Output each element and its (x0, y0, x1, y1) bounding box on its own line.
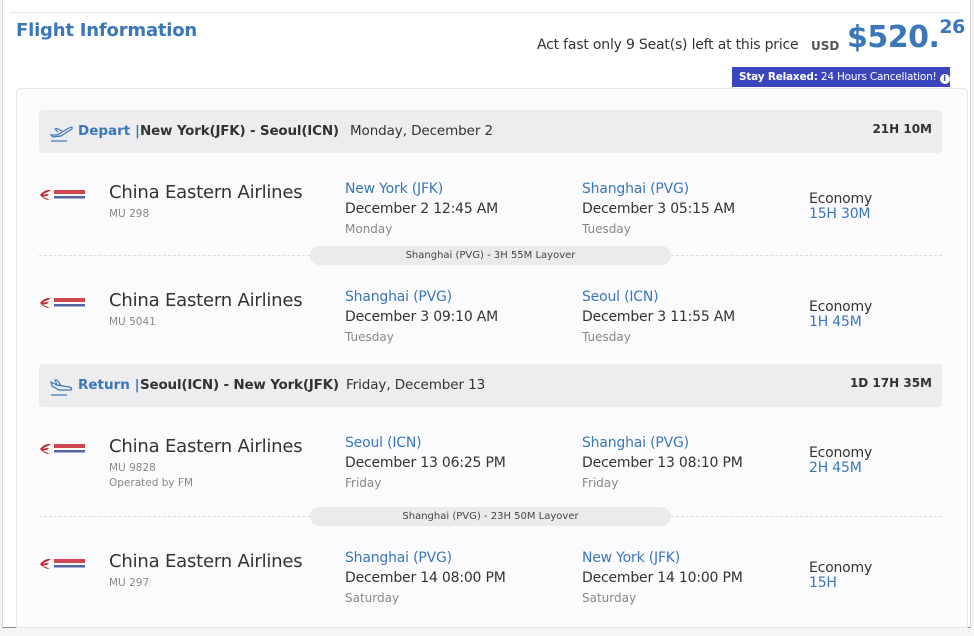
currency-label: USD (811, 39, 840, 53)
layover-row: Shanghai (PVG) - 23H 50M Layover (39, 507, 942, 527)
china-eastern-logo-icon (40, 189, 85, 200)
departure-city: Shanghai (PVG) (345, 550, 452, 566)
arrival-weekday: Tuesday (582, 330, 631, 344)
total-price: $520.26 (847, 16, 965, 55)
arrival-info: Shanghai (PVG) December 13 08:10 PM Frid… (582, 435, 743, 490)
departure-info: Shanghai (PVG) December 14 08:00 PM Satu… (345, 550, 506, 605)
arrival-weekday: Saturday (582, 591, 637, 605)
cabin-class: Economy (809, 560, 873, 576)
arrival-datetime: December 3 11:55 AM (582, 309, 736, 325)
cancellation-badge-bold: Stay Relaxed: (739, 71, 818, 83)
arrival-info: New York (JFK) December 14 10:00 PM Satu… (582, 550, 743, 605)
departure-weekday: Saturday (345, 591, 400, 605)
segment-route: New York(JFK) - Seoul(ICN) (140, 123, 339, 139)
departure-info: Seoul (ICN) December 13 06:25 PM Friday (345, 435, 506, 490)
china-eastern-logo-icon (40, 297, 85, 308)
flight-number: MU 5041 (109, 316, 156, 328)
departure-info: Shanghai (PVG) December 3 09:10 AM Tuesd… (345, 289, 498, 344)
airline-name: China Eastern Airlines (109, 182, 303, 203)
layover-badge: Shanghai (PVG) - 3H 55M Layover (310, 246, 671, 265)
airline-name: China Eastern Airlines (109, 551, 303, 572)
departure-weekday: Friday (345, 476, 382, 490)
cabin-info: Economy 15H 30M (809, 191, 872, 221)
flight-duration: 15H (809, 575, 837, 591)
arrival-city: Shanghai (PVG) (582, 181, 689, 197)
divider (671, 255, 942, 256)
arrival-city: Seoul (ICN) (582, 289, 659, 305)
depart-segment-header: Depart | New York(JFK) - Seoul(ICN) Mond… (39, 110, 942, 153)
flight-number: MU 297 (109, 577, 150, 589)
price-main: $520. (847, 20, 940, 55)
info-icon[interactable]: i (939, 74, 950, 84)
departure-datetime: December 13 06:25 PM (345, 455, 506, 471)
cabin-class: Economy (809, 191, 873, 207)
flight-number: MU 298 (109, 208, 150, 220)
return-segment-header: Return | Seoul(ICN) - New York(JFK) Frid… (39, 364, 942, 407)
itinerary-panel: Depart | New York(JFK) - Seoul(ICN) Mond… (16, 88, 968, 628)
page-title: Flight Information (16, 20, 198, 41)
cabin-info: Economy 2H 45M (809, 445, 872, 475)
cabin-class: Economy (809, 445, 873, 461)
divider (671, 516, 942, 517)
layover-row: Shanghai (PVG) - 3H 55M Layover (39, 246, 942, 266)
china-eastern-logo-icon (40, 443, 85, 454)
departure-datetime: December 2 12:45 AM (345, 201, 499, 217)
cabin-info: Economy 1H 45M (809, 299, 872, 329)
flight-duration: 2H 45M (809, 460, 862, 476)
cabin-class: Economy (809, 299, 873, 315)
flight-info-card: Flight Information Act fast only 9 Seat(… (2, 0, 971, 628)
arrival-info: Shanghai (PVG) December 3 05:15 AM Tuesd… (582, 181, 735, 236)
departure-datetime: December 14 08:00 PM (345, 570, 506, 586)
departure-city: Shanghai (PVG) (345, 289, 452, 305)
flight-duration: 1H 45M (809, 314, 862, 330)
flight-duration: 15H 30M (809, 206, 871, 222)
segment-type: Depart | (78, 123, 140, 139)
divider (39, 516, 310, 517)
flight-leg: China Eastern Airlines MU 5041 Shanghai … (39, 285, 942, 375)
arrival-city: New York (JFK) (582, 550, 681, 566)
segment-total-duration: 1D 17H 35M (849, 376, 932, 390)
departure-datetime: December 3 09:10 AM (345, 309, 499, 325)
plane-landing-icon (50, 379, 73, 396)
arrival-info: Seoul (ICN) December 3 11:55 AM Tuesday (582, 289, 735, 344)
departure-weekday: Tuesday (345, 330, 394, 344)
arrival-weekday: Friday (582, 476, 619, 490)
segment-date: Monday, December 2 (350, 123, 493, 139)
segment-total-duration: 21H 10M (872, 122, 932, 136)
departure-city: Seoul (ICN) (345, 435, 422, 451)
arrival-weekday: Tuesday (582, 222, 631, 236)
airline-name: China Eastern Airlines (109, 436, 303, 457)
arrival-datetime: December 3 05:15 AM (582, 201, 736, 217)
seats-left-notice: Act fast only 9 Seat(s) left at this pri… (537, 37, 799, 53)
price-cents: 26 (939, 16, 965, 38)
segment-route: Seoul(ICN) - New York(JFK) (140, 377, 339, 393)
arrival-city: Shanghai (PVG) (582, 435, 689, 451)
cancellation-badge[interactable]: Stay Relaxed: 24 Hours Cancellation! i (732, 67, 950, 87)
flight-leg: China Eastern Airlines MU 297 Shanghai (… (39, 546, 942, 636)
segment-date: Friday, December 13 (346, 377, 486, 393)
flight-number: MU 9828 (109, 462, 156, 474)
divider (10, 12, 960, 13)
divider (39, 255, 310, 256)
plane-takeoff-icon (49, 126, 73, 142)
layover-badge: Shanghai (PVG) - 23H 50M Layover (310, 507, 671, 526)
departure-info: New York (JFK) December 2 12:45 AM Monda… (345, 181, 498, 236)
departure-weekday: Monday (345, 222, 393, 236)
departure-city: New York (JFK) (345, 181, 444, 197)
cancellation-badge-text: 24 Hours Cancellation! (817, 71, 937, 83)
arrival-datetime: December 14 10:00 PM (582, 570, 743, 586)
china-eastern-logo-icon (40, 558, 85, 569)
cabin-info: Economy 15H (809, 560, 872, 590)
operated-by: Operated by FM (109, 477, 194, 489)
arrival-datetime: December 13 08:10 PM (582, 455, 743, 471)
airline-name: China Eastern Airlines (109, 290, 303, 311)
segment-type: Return | (78, 377, 140, 393)
